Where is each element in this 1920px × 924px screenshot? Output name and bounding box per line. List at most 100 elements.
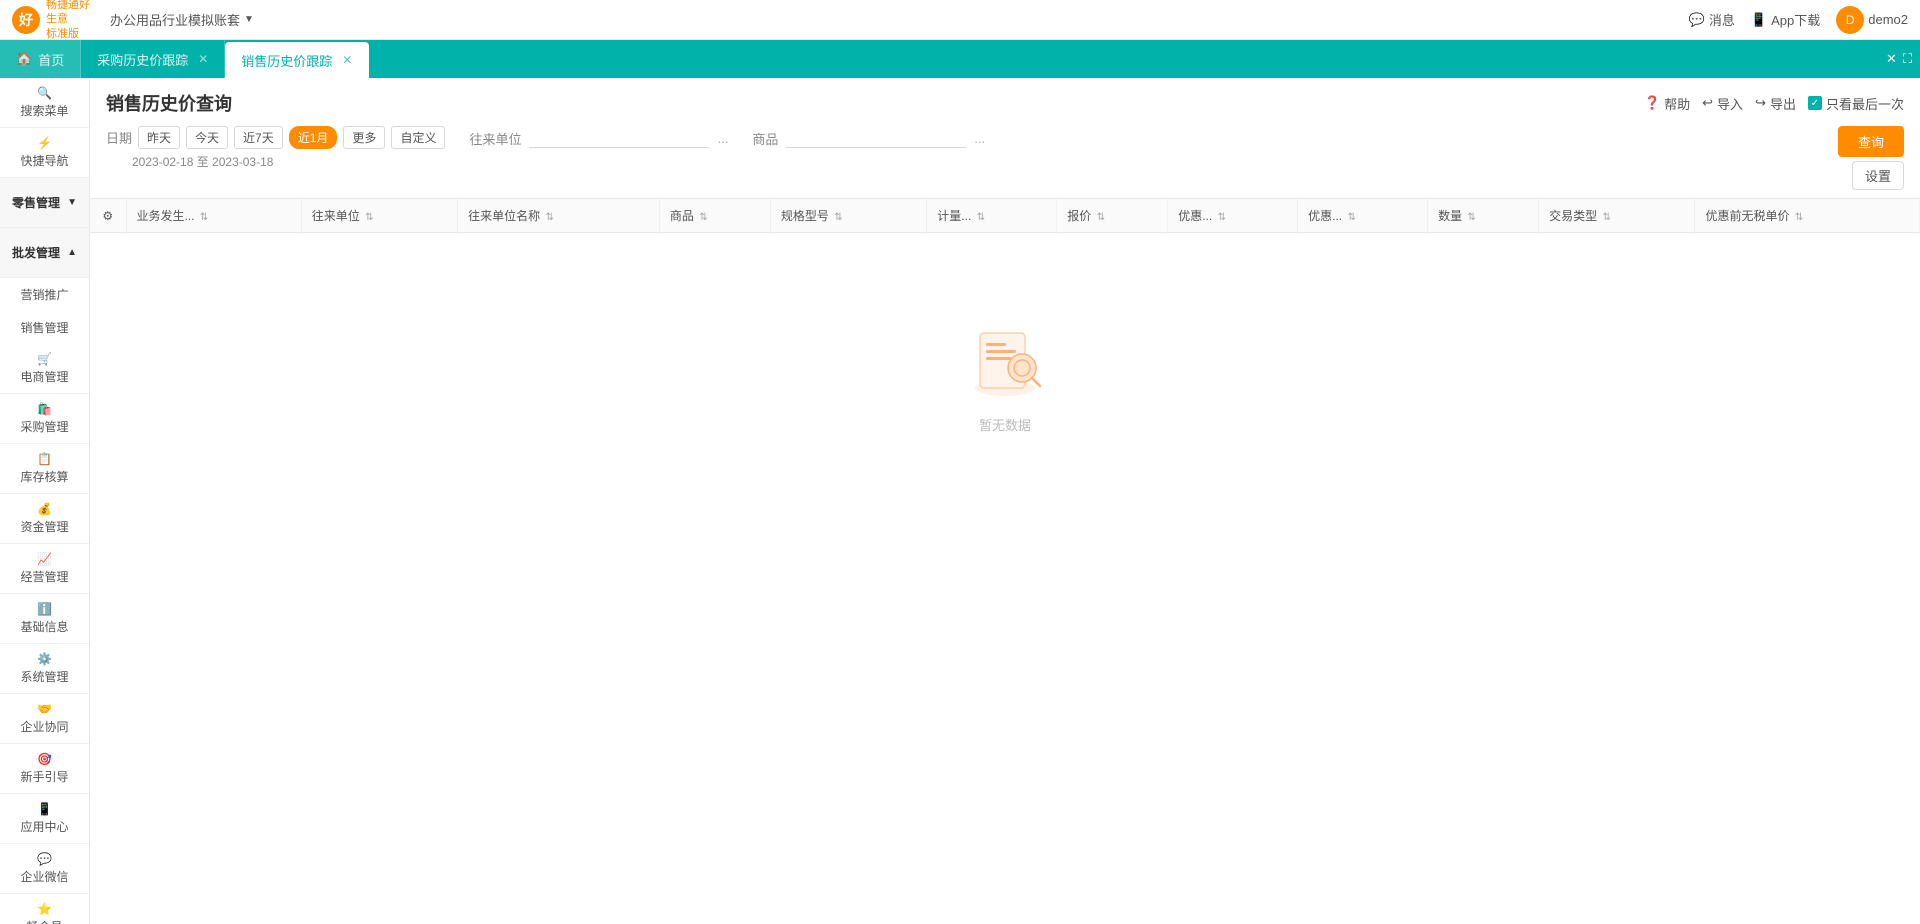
only-last-checkbox[interactable]: ✓ (1808, 96, 1822, 110)
sort-icon-biz-date: ⇅ (200, 212, 208, 223)
sidebar-item-search-menu[interactable]: 🔍 搜索菜单 (0, 78, 89, 128)
th-quantity[interactable]: 数量 ⇅ (1428, 199, 1539, 233)
th-discount2[interactable]: 优惠... ⇅ (1298, 199, 1428, 233)
th-partner-code-label: 往来单位 (312, 209, 360, 223)
close-sales-tab-icon[interactable]: ✕ (342, 53, 352, 67)
help-action[interactable]: ❓ 帮助 (1644, 94, 1690, 113)
export-label: 导出 (1770, 94, 1796, 113)
table-wrap: ⚙ 业务发生... ⇅ 往来单位 ⇅ 往来单位名称 ⇅ (90, 199, 1920, 924)
date-btn-yesterday[interactable]: 昨天 (138, 126, 180, 149)
avatar: D (1836, 6, 1864, 34)
home-icon: 🏠 (16, 51, 32, 67)
th-discount1[interactable]: 优惠... ⇅ (1168, 199, 1298, 233)
message-action[interactable]: 💬 消息 (1689, 10, 1735, 29)
help-icon: ❓ (1644, 95, 1660, 111)
sidebar-item-app-center[interactable]: 📱 应用中心 (0, 794, 89, 844)
sidebar-marketing-label: 营销推广 (20, 288, 68, 302)
date-filter: 日期 昨天 今天 近7天 近1月 更多 自定义 2023-02-18 至 202… (106, 126, 445, 170)
sidebar-subitem-marketing[interactable]: 营销推广 (0, 278, 89, 311)
chevron-down-icon-retail: ▼ (67, 197, 77, 208)
message-label: 消息 (1709, 10, 1735, 29)
export-icon: ↪ (1755, 95, 1766, 111)
app-selector[interactable]: 办公用品行业模拟账套 ▼ (104, 8, 260, 31)
sort-icon-quantity: ⇅ (1467, 212, 1475, 223)
sort-icon-discount2: ⇅ (1348, 212, 1356, 223)
date-btn-more[interactable]: 更多 (343, 126, 385, 149)
user-label: demo2 (1868, 12, 1908, 27)
sort-icon-goods: ⇅ (699, 212, 707, 223)
th-discount1-label: 优惠... (1178, 209, 1212, 223)
th-partner-code[interactable]: 往来单位 ⇅ (301, 199, 457, 233)
message-icon: 💬 (1689, 12, 1705, 28)
empty-text: 暂无数据 (979, 415, 1031, 434)
maximize-icon[interactable]: ⛶ (1903, 51, 1912, 67)
sidebar-purchase-label: 采购管理 (20, 418, 68, 435)
page-title-row: 销售历史价查询 ❓ 帮助 ↩ 导入 ↪ 导出 ✓ (106, 90, 1904, 116)
partner-filter: 往来单位 ... (469, 128, 728, 148)
th-biz-date[interactable]: 业务发生... ⇅ (126, 199, 301, 233)
sort-icon-quote: ⇅ (1097, 212, 1105, 223)
basic-info-icon: ℹ️ (37, 602, 52, 616)
sidebar-item-basic-info[interactable]: ℹ️ 基础信息 (0, 594, 89, 644)
user-action[interactable]: D demo2 (1836, 6, 1908, 34)
th-goods[interactable]: 商品 ⇅ (659, 199, 770, 233)
sidebar-subitem-sales-mgmt[interactable]: 销售管理 (0, 311, 89, 344)
sidebar-item-purchase-mgmt[interactable]: 🛍️ 采购管理 (0, 394, 89, 444)
th-partner-name[interactable]: 往来单位名称 ⇅ (458, 199, 660, 233)
th-spec[interactable]: 规格型号 ⇅ (770, 199, 926, 233)
wechat-icon: 💬 (37, 852, 52, 866)
sidebar-item-inventory[interactable]: 📋 库存核算 (0, 444, 89, 494)
export-action[interactable]: ↪ 导出 (1755, 94, 1796, 113)
sidebar-item-newbie-guide[interactable]: 🎯 新手引导 (0, 744, 89, 794)
sort-icon-partner-code: ⇅ (365, 212, 373, 223)
search-icon: 🔍 (37, 86, 52, 100)
finance-icon: 💰 (37, 502, 52, 516)
query-button[interactable]: 查询 (1838, 126, 1904, 157)
tab-home[interactable]: 🏠 首页 (0, 40, 81, 78)
gear-icon[interactable]: ⚙ (102, 209, 113, 223)
main-layout: 🔍 搜索菜单 ⚡ 快捷导航 零售管理 ▼ 批发管理 ▲ 营销推广 销售管理 🛒 … (0, 78, 1920, 924)
th-trade-type[interactable]: 交易类型 ⇅ (1539, 199, 1695, 233)
inventory-icon: 📋 (37, 452, 52, 466)
th-quantity-label: 数量 (1438, 209, 1462, 223)
th-quote[interactable]: 报价 ⇅ (1057, 199, 1168, 233)
import-action[interactable]: ↩ 导入 (1702, 94, 1743, 113)
goods-input[interactable] (786, 128, 966, 148)
sidebar-item-vip-member[interactable]: ⭐ 畅会员 (0, 894, 89, 924)
date-btn-today[interactable]: 今天 (186, 126, 228, 149)
sidebar-item-finance-mgmt[interactable]: 💰 资金管理 (0, 494, 89, 544)
close-purchase-tab-icon[interactable]: ✕ (198, 52, 208, 66)
sidebar-item-enterprise-wechat[interactable]: 💬 企业微信 (0, 844, 89, 894)
th-unit[interactable]: 计量... ⇅ (927, 199, 1057, 233)
app-download-action[interactable]: 📱 App下载 (1751, 10, 1820, 29)
sidebar-item-retail-mgmt[interactable]: 零售管理 ▼ (0, 178, 89, 228)
close-all-tabs-icon[interactable]: ✕ (1886, 51, 1897, 67)
tab-sales-history-label: 销售历史价跟踪 (241, 51, 332, 70)
sidebar-item-operations-mgmt[interactable]: 📈 经营管理 (0, 544, 89, 594)
partner-input[interactable] (529, 128, 709, 148)
sidebar-item-ecommerce-mgmt[interactable]: 🛒 电商管理 (0, 344, 89, 394)
date-btn-1month[interactable]: 近1月 (289, 126, 338, 149)
settings-button[interactable]: 设置 (1852, 161, 1904, 190)
sidebar-app-center-label: 应用中心 (20, 818, 68, 835)
date-btn-custom[interactable]: 自定义 (391, 126, 445, 149)
sidebar-item-quick-nav[interactable]: ⚡ 快捷导航 (0, 128, 89, 178)
th-settings[interactable]: ⚙ (90, 199, 126, 233)
date-btn-7days[interactable]: 近7天 (234, 126, 283, 149)
content-area: 销售历史价查询 ❓ 帮助 ↩ 导入 ↪ 导出 ✓ (90, 78, 1920, 924)
purchase-icon: 🛍️ (37, 402, 52, 416)
ecommerce-icon: 🛒 (37, 352, 52, 366)
only-last-action[interactable]: ✓ 只看最后一次 (1808, 94, 1904, 113)
sidebar-item-wholesale-mgmt[interactable]: 批发管理 ▲ (0, 228, 89, 278)
sidebar-basic-info-label: 基础信息 (20, 618, 68, 635)
tab-purchase-history[interactable]: 采购历史价跟踪 ✕ (81, 40, 225, 78)
th-pre-tax-price[interactable]: 优惠前无税单价 ⇅ (1695, 199, 1920, 233)
sidebar-item-enterprise-collab[interactable]: 🤝 企业协同 (0, 694, 89, 744)
operations-icon: 📈 (37, 552, 52, 566)
sidebar-quick-nav-label: 快捷导航 (20, 152, 68, 169)
logo-area: 好 畅捷通好生意 标准版 (12, 0, 96, 41)
sidebar-item-system-settings[interactable]: ⚙️ 系统管理 (0, 644, 89, 694)
tab-sales-history[interactable]: 销售历史价跟踪 ✕ (225, 42, 369, 78)
partner-label: 往来单位 (469, 129, 521, 148)
download-icon: 📱 (1751, 12, 1767, 28)
